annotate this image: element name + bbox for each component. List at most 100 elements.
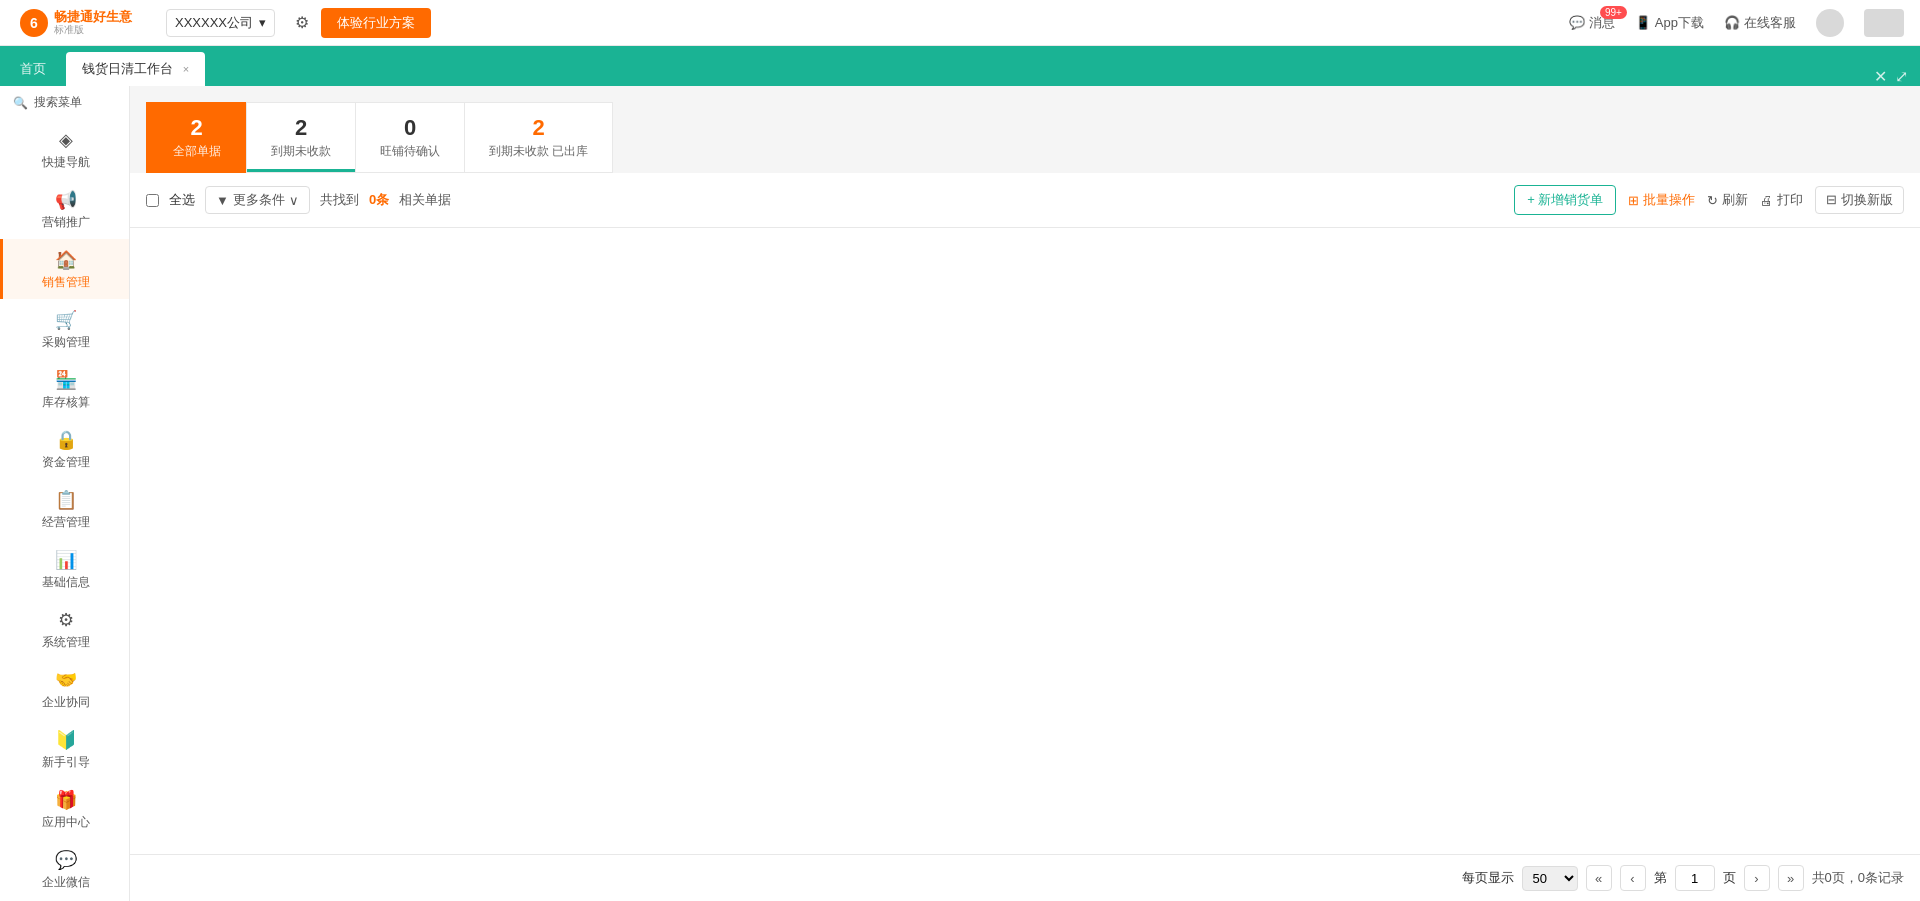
tab-close-icon[interactable]: ✕ bbox=[1874, 67, 1887, 86]
tab-home[interactable]: 首页 bbox=[0, 52, 66, 86]
page-next-btn[interactable]: › bbox=[1744, 865, 1770, 891]
sidebar-label-operation: 经营管理 bbox=[42, 514, 90, 531]
select-all-checkbox[interactable] bbox=[146, 194, 159, 207]
sidebar-item-guide[interactable]: 🔰 新手引导 bbox=[0, 719, 129, 779]
card-overdue-num: 2 bbox=[271, 115, 331, 141]
sidebar-item-marketing[interactable]: 📢 营销推广 bbox=[0, 179, 129, 239]
refresh-icon: ↻ bbox=[1707, 193, 1718, 208]
page-word: 第 bbox=[1654, 869, 1667, 887]
sidebar-label-quick-nav: 快捷导航 bbox=[42, 154, 90, 171]
sidebar-label-guide: 新手引导 bbox=[42, 754, 90, 771]
sales-icon: 🏠 bbox=[55, 249, 77, 271]
logo-text: 畅捷通好生意 标准版 bbox=[54, 9, 132, 37]
filter-btn[interactable]: ▼ 更多条件 ∨ bbox=[205, 186, 310, 214]
app-download-icon: 📱 bbox=[1635, 15, 1651, 30]
sidebar-item-wechat[interactable]: 💬 企业微信 bbox=[0, 839, 129, 899]
card-overdue[interactable]: 2 到期未收款 bbox=[246, 102, 355, 173]
sidebar-item-purchase[interactable]: 🛒 采购管理 bbox=[0, 299, 129, 359]
sidebar-item-system[interactable]: ⚙ 系统管理 bbox=[0, 599, 129, 659]
refresh-label: 刷新 bbox=[1722, 191, 1748, 209]
enterprise-icon: 🤝 bbox=[55, 669, 77, 691]
inventory-icon: 🏪 bbox=[55, 369, 77, 391]
per-page-label: 每页显示 bbox=[1462, 869, 1514, 887]
main-layout: 🔍 搜索菜单 ◈ 快捷导航 📢 营销推广 🏠 销售管理 🛒 采购管理 🏪 库存核… bbox=[0, 86, 1920, 901]
filter-icon: ▼ bbox=[216, 193, 229, 208]
total-text: 共0页，0条记录 bbox=[1812, 869, 1904, 887]
online-service-label: 在线客服 bbox=[1744, 14, 1796, 32]
toolbar-right: + 新增销货单 ⊞ 批量操作 ↻ 刷新 🖨 打印 ⊟ 切换新版 bbox=[1514, 185, 1904, 215]
experience-btn[interactable]: 体验行业方案 bbox=[321, 8, 431, 38]
table-area bbox=[130, 228, 1920, 854]
guide-icon: 🔰 bbox=[55, 729, 77, 751]
page-last-btn[interactable]: » bbox=[1778, 865, 1804, 891]
close-tab-icon[interactable]: × bbox=[183, 63, 189, 75]
pagination-bar: 每页显示 50 10 20 100 « ‹ 第 页 › » 共0页，0条记录 bbox=[130, 854, 1920, 901]
top-center: XXXXXX公司 ▾ ⚙ 体验行业方案 bbox=[146, 8, 1569, 38]
tab-active[interactable]: 钱货日清工作台 × bbox=[66, 52, 205, 86]
page-prev-btn[interactable]: ‹ bbox=[1620, 865, 1646, 891]
sidebar-item-app-center[interactable]: 🎁 应用中心 bbox=[0, 779, 129, 839]
search-icon: 🔍 bbox=[13, 96, 28, 110]
operation-icon: 📋 bbox=[55, 489, 77, 511]
sidebar-item-finance[interactable]: 🔒 资金管理 bbox=[0, 419, 129, 479]
sidebar-label-marketing: 营销推广 bbox=[42, 214, 90, 231]
sidebar-label-sales: 销售管理 bbox=[42, 274, 90, 291]
logo-main: 畅捷通好生意 bbox=[54, 9, 132, 25]
sidebar-item-operation[interactable]: 📋 经营管理 bbox=[0, 479, 129, 539]
page-first-btn[interactable]: « bbox=[1586, 865, 1612, 891]
card-shipped-label: 到期未收款 已出库 bbox=[489, 143, 588, 160]
sidebar-item-sales[interactable]: 🏠 销售管理 bbox=[0, 239, 129, 299]
switch-label: 切换新版 bbox=[1841, 192, 1893, 207]
system-icon: ⚙ bbox=[58, 609, 74, 631]
message-badge: 99+ bbox=[1600, 6, 1627, 19]
table-empty bbox=[130, 228, 1920, 854]
sidebar-label-app-center: 应用中心 bbox=[42, 814, 90, 831]
search-label: 搜索菜单 bbox=[34, 94, 82, 111]
summary-cards: 2 全部单据 2 到期未收款 0 旺铺待确认 2 到期未收款 已出库 bbox=[130, 86, 1920, 173]
filter-dropdown-icon: ∨ bbox=[289, 193, 299, 208]
app-download-item[interactable]: 📱 App下载 bbox=[1635, 14, 1704, 32]
batch-btn[interactable]: ⊞ 批量操作 bbox=[1628, 191, 1695, 209]
page-input[interactable] bbox=[1675, 865, 1715, 891]
base-info-icon: 📊 bbox=[55, 549, 77, 571]
card-shipped[interactable]: 2 到期未收款 已出库 bbox=[464, 102, 613, 173]
tab-expand-icon[interactable]: ⤢ bbox=[1895, 67, 1908, 86]
refresh-btn[interactable]: ↻ 刷新 bbox=[1707, 191, 1748, 209]
sidebar-label-purchase: 采购管理 bbox=[42, 334, 90, 351]
message-item[interactable]: 💬 消息 99+ bbox=[1569, 14, 1615, 32]
card-wangpu-label: 旺铺待确认 bbox=[380, 143, 440, 160]
settings-icon[interactable]: ⚙ bbox=[295, 13, 309, 32]
sidebar-item-inventory[interactable]: 🏪 库存核算 bbox=[0, 359, 129, 419]
per-page-select[interactable]: 50 10 20 100 bbox=[1522, 866, 1578, 891]
app-download-label: App下载 bbox=[1655, 14, 1704, 32]
sidebar-search[interactable]: 🔍 搜索菜单 bbox=[0, 86, 129, 119]
headset-icon: 🎧 bbox=[1724, 15, 1740, 30]
avatar[interactable] bbox=[1816, 9, 1844, 37]
sidebar-item-quick-nav[interactable]: ◈ 快捷导航 bbox=[0, 119, 129, 179]
finance-icon: 🔒 bbox=[55, 429, 77, 451]
tab-label: 钱货日清工作台 bbox=[82, 61, 173, 76]
batch-label: 批量操作 bbox=[1643, 191, 1695, 209]
select-all-label: 全选 bbox=[169, 191, 195, 209]
wechat-icon: 💬 bbox=[55, 849, 77, 871]
card-overdue-label: 到期未收款 bbox=[271, 143, 331, 160]
online-service-item[interactable]: 🎧 在线客服 bbox=[1724, 14, 1796, 32]
top-bar: 6 畅捷通好生意 标准版 XXXXXX公司 ▾ ⚙ 体验行业方案 💬 消息 99… bbox=[0, 0, 1920, 46]
card-all[interactable]: 2 全部单据 bbox=[146, 102, 246, 173]
marketing-icon: 📢 bbox=[55, 189, 77, 211]
tab-nav: 首页 钱货日清工作台 × ✕ ⤢ bbox=[0, 46, 1920, 86]
card-all-label: 全部单据 bbox=[171, 143, 222, 160]
print-btn[interactable]: 🖨 打印 bbox=[1760, 191, 1803, 209]
found-count: 0条 bbox=[369, 191, 389, 209]
user-info[interactable] bbox=[1864, 9, 1904, 37]
add-btn[interactable]: + 新增销货单 bbox=[1514, 185, 1616, 215]
tab-right-controls: ✕ ⤢ bbox=[1874, 67, 1920, 86]
company-selector[interactable]: XXXXXX公司 ▾ bbox=[166, 9, 275, 37]
switch-btn[interactable]: ⊟ 切换新版 bbox=[1815, 186, 1904, 214]
card-wangpu-num: 0 bbox=[380, 115, 440, 141]
sidebar-item-enterprise[interactable]: 🤝 企业协同 bbox=[0, 659, 129, 719]
sidebar-label-finance: 资金管理 bbox=[42, 454, 90, 471]
card-wangpu[interactable]: 0 旺铺待确认 bbox=[355, 102, 464, 173]
dropdown-icon: ▾ bbox=[259, 15, 266, 30]
sidebar-item-base-info[interactable]: 📊 基础信息 bbox=[0, 539, 129, 599]
